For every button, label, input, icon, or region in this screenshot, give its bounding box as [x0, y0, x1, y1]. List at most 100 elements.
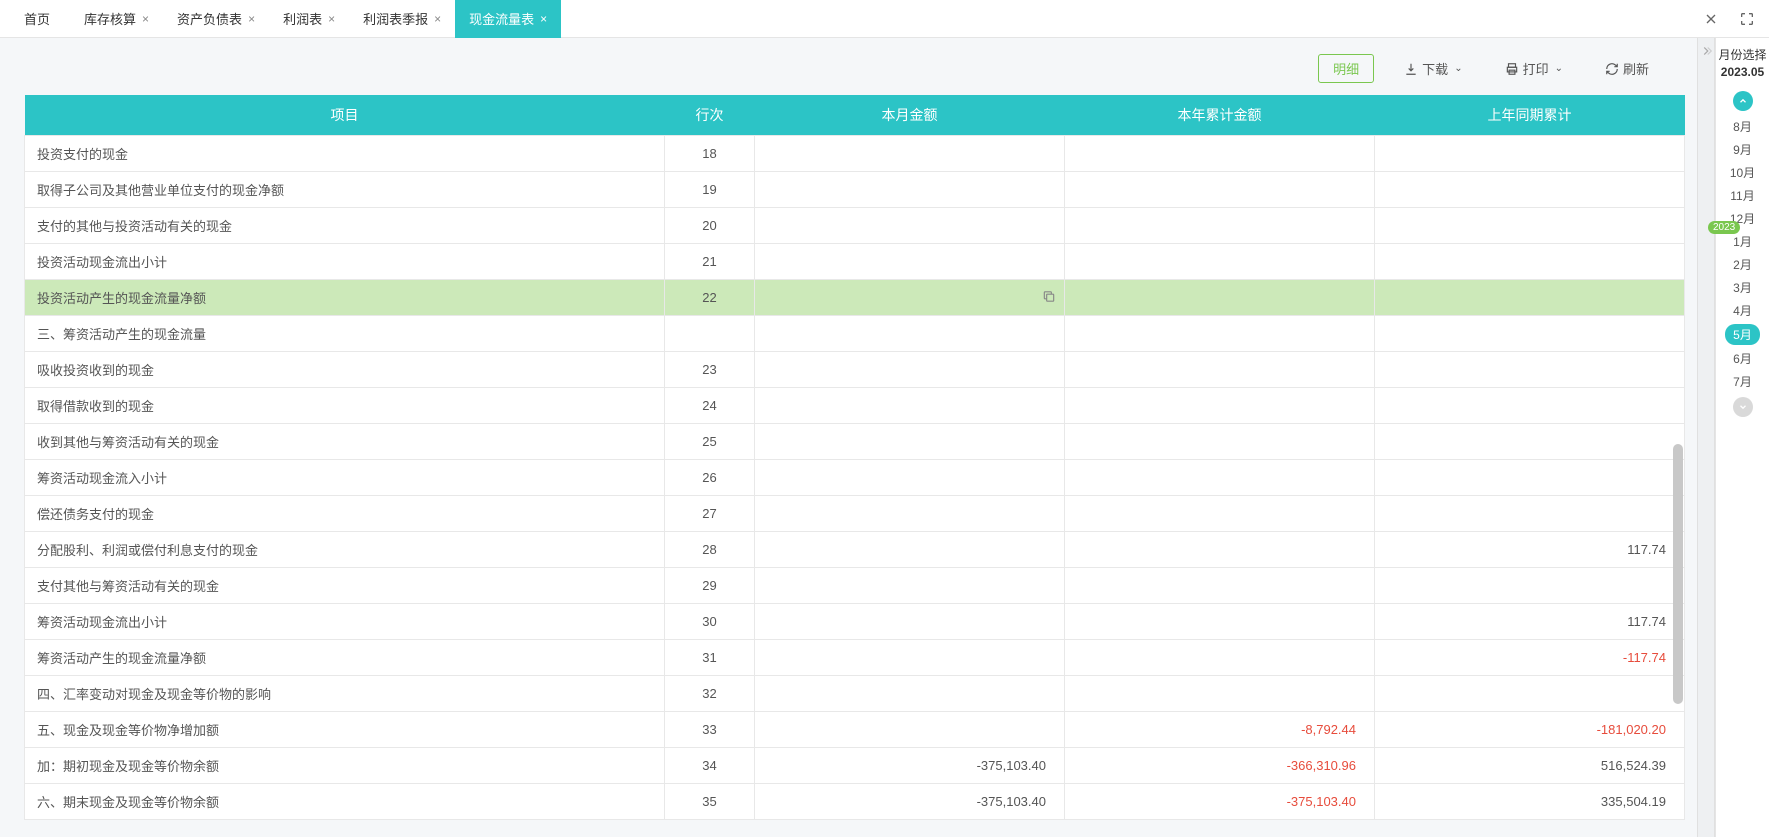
- cell-lastyear-amount[interactable]: [1375, 280, 1685, 316]
- month-item[interactable]: 11月: [1716, 184, 1769, 207]
- table-row[interactable]: 分配股利、利润或偿付利息支付的现金28117.74: [25, 532, 1685, 568]
- cell-year-amount[interactable]: [1065, 388, 1375, 424]
- cell-month-amount[interactable]: [755, 532, 1065, 568]
- refresh-button[interactable]: 刷新: [1593, 55, 1661, 82]
- tab-4[interactable]: 现金流量表×: [455, 0, 561, 38]
- cell-lastyear-amount[interactable]: -181,020.20: [1375, 712, 1685, 748]
- cell-month-amount[interactable]: [755, 172, 1065, 208]
- cell-month-amount[interactable]: [755, 712, 1065, 748]
- cell-month-amount[interactable]: -375,103.40: [755, 748, 1065, 784]
- month-item[interactable]: 10月: [1716, 161, 1769, 184]
- table-row[interactable]: 三、筹资活动产生的现金流量: [25, 316, 1685, 352]
- fullscreen-icon[interactable]: [1735, 7, 1759, 31]
- close-icon[interactable]: ×: [142, 12, 149, 26]
- cell-year-amount[interactable]: [1065, 280, 1375, 316]
- month-item[interactable]: 5月: [1725, 324, 1760, 345]
- cell-lastyear-amount[interactable]: [1375, 568, 1685, 604]
- scrollbar-thumb[interactable]: [1673, 444, 1683, 704]
- cell-lastyear-amount[interactable]: [1375, 136, 1685, 172]
- table-row[interactable]: 四、汇率变动对现金及现金等价物的影响32: [25, 676, 1685, 712]
- tab-0[interactable]: 库存核算×: [70, 0, 163, 38]
- month-item[interactable]: 9月: [1716, 138, 1769, 161]
- table-row[interactable]: 加：期初现金及现金等价物余额34-375,103.40-366,310.9651…: [25, 748, 1685, 784]
- cell-year-amount[interactable]: [1065, 352, 1375, 388]
- cell-lastyear-amount[interactable]: [1375, 316, 1685, 352]
- table-row[interactable]: 收到其他与筹资活动有关的现金25: [25, 424, 1685, 460]
- cell-year-amount[interactable]: [1065, 244, 1375, 280]
- cell-month-amount[interactable]: [755, 604, 1065, 640]
- table-row[interactable]: 五、现金及现金等价物净增加额33-8,792.44-181,020.20: [25, 712, 1685, 748]
- close-icon[interactable]: ×: [248, 12, 255, 26]
- month-prev-button[interactable]: [1733, 91, 1753, 111]
- tab-1[interactable]: 资产负债表×: [163, 0, 269, 38]
- cell-lastyear-amount[interactable]: [1375, 244, 1685, 280]
- cell-month-amount[interactable]: [755, 424, 1065, 460]
- cell-month-amount[interactable]: [755, 676, 1065, 712]
- cell-year-amount[interactable]: [1065, 604, 1375, 640]
- cell-year-amount[interactable]: [1065, 496, 1375, 532]
- table-row[interactable]: 偿还债务支付的现金27: [25, 496, 1685, 532]
- close-icon[interactable]: ×: [540, 12, 547, 26]
- cell-year-amount[interactable]: [1065, 316, 1375, 352]
- cell-year-amount[interactable]: -375,103.40: [1065, 784, 1375, 820]
- cell-year-amount[interactable]: [1065, 532, 1375, 568]
- cell-year-amount[interactable]: [1065, 460, 1375, 496]
- cell-lastyear-amount[interactable]: [1375, 496, 1685, 532]
- table-row[interactable]: 筹资活动现金流入小计26: [25, 460, 1685, 496]
- cell-year-amount[interactable]: [1065, 208, 1375, 244]
- tab-3[interactable]: 利润表季报×: [349, 0, 455, 38]
- close-icon[interactable]: ×: [328, 12, 335, 26]
- table-row[interactable]: 取得借款收到的现金24: [25, 388, 1685, 424]
- cell-lastyear-amount[interactable]: -117.74: [1375, 640, 1685, 676]
- cell-lastyear-amount[interactable]: [1375, 208, 1685, 244]
- month-item[interactable]: 4月: [1716, 299, 1769, 322]
- month-item[interactable]: 3月: [1716, 276, 1769, 299]
- cell-month-amount[interactable]: [755, 244, 1065, 280]
- cell-year-amount[interactable]: [1065, 172, 1375, 208]
- month-item[interactable]: 6月: [1716, 347, 1769, 370]
- cell-month-amount[interactable]: [755, 208, 1065, 244]
- cell-year-amount[interactable]: [1065, 424, 1375, 460]
- cell-month-amount[interactable]: [755, 640, 1065, 676]
- close-icon[interactable]: ×: [434, 12, 441, 26]
- cell-month-amount[interactable]: [755, 388, 1065, 424]
- cell-month-amount[interactable]: [755, 568, 1065, 604]
- table-row[interactable]: 投资活动产生的现金流量净额22: [25, 280, 1685, 316]
- cell-lastyear-amount[interactable]: [1375, 424, 1685, 460]
- cell-month-amount[interactable]: [755, 280, 1065, 316]
- cell-month-amount[interactable]: [755, 316, 1065, 352]
- cell-year-amount[interactable]: [1065, 640, 1375, 676]
- table-row[interactable]: 筹资活动产生的现金流量净额31-117.74: [25, 640, 1685, 676]
- month-next-button[interactable]: [1733, 397, 1753, 417]
- cell-year-amount[interactable]: [1065, 136, 1375, 172]
- cell-year-amount[interactable]: [1065, 676, 1375, 712]
- cell-lastyear-amount[interactable]: [1375, 388, 1685, 424]
- cell-lastyear-amount[interactable]: 117.74: [1375, 532, 1685, 568]
- collapse-panel-button[interactable]: [1697, 38, 1715, 837]
- print-button[interactable]: 打印⌄: [1493, 55, 1575, 82]
- table-row[interactable]: 支付的其他与投资活动有关的现金20: [25, 208, 1685, 244]
- cell-month-amount[interactable]: [755, 496, 1065, 532]
- cell-lastyear-amount[interactable]: 117.74: [1375, 604, 1685, 640]
- table-row[interactable]: 六、期末现金及现金等价物余额35-375,103.40-375,103.4033…: [25, 784, 1685, 820]
- download-button[interactable]: 下载⌄: [1392, 55, 1474, 82]
- table-row[interactable]: 取得子公司及其他营业单位支付的现金净额19: [25, 172, 1685, 208]
- detail-button[interactable]: 明细: [1318, 54, 1374, 83]
- close-all-icon[interactable]: [1699, 7, 1723, 31]
- table-row[interactable]: 投资支付的现金18: [25, 136, 1685, 172]
- table-row[interactable]: 吸收投资收到的现金23: [25, 352, 1685, 388]
- cell-year-amount[interactable]: [1065, 568, 1375, 604]
- cell-month-amount[interactable]: [755, 352, 1065, 388]
- table-row[interactable]: 投资活动现金流出小计21: [25, 244, 1685, 280]
- cell-lastyear-amount[interactable]: [1375, 460, 1685, 496]
- cell-lastyear-amount[interactable]: 335,504.19: [1375, 784, 1685, 820]
- cell-lastyear-amount[interactable]: [1375, 676, 1685, 712]
- tab-home[interactable]: 首页: [10, 0, 70, 38]
- cell-lastyear-amount[interactable]: 516,524.39: [1375, 748, 1685, 784]
- cell-year-amount[interactable]: -8,792.44: [1065, 712, 1375, 748]
- tab-2[interactable]: 利润表×: [269, 0, 349, 38]
- copy-icon[interactable]: [1042, 289, 1056, 306]
- month-item[interactable]: 2月: [1716, 253, 1769, 276]
- scrollbar-track[interactable]: [1673, 137, 1683, 819]
- month-item[interactable]: 7月: [1716, 370, 1769, 393]
